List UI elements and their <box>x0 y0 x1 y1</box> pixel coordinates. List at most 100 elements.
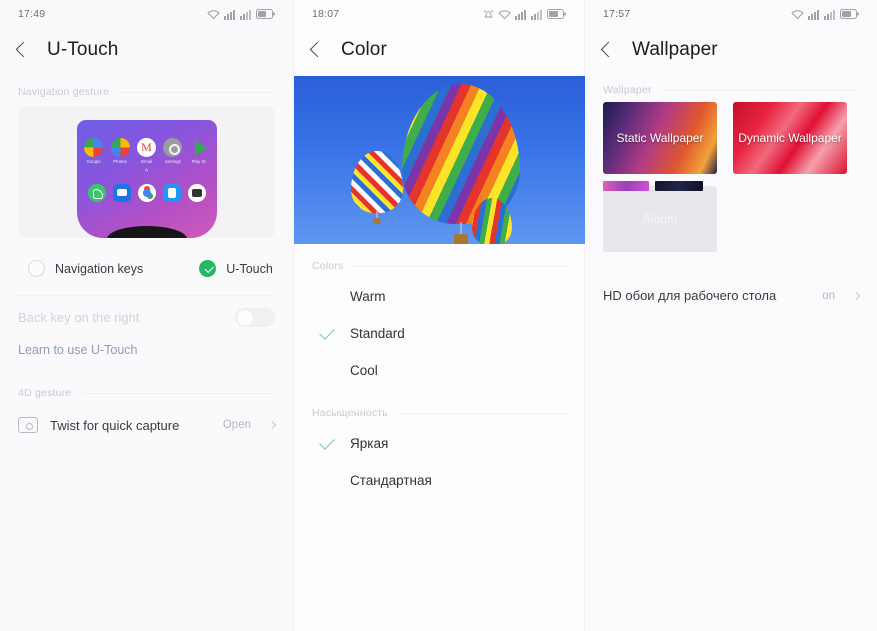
option-warm[interactable]: Warm <box>294 278 584 315</box>
section-rule <box>661 89 859 91</box>
status-clock: 18:07 <box>312 8 340 20</box>
back-chevron-icon[interactable] <box>600 41 617 58</box>
signal-icon-2 <box>240 9 251 20</box>
signal-icon-1 <box>808 9 819 20</box>
wifi-icon <box>207 9 220 19</box>
row-value: on <box>822 289 835 302</box>
status-clock: 17:49 <box>18 8 46 20</box>
section-rule <box>397 412 566 414</box>
option-standard[interactable]: Standard <box>294 315 584 352</box>
album-thumb-strip-purple <box>603 181 649 191</box>
option-label: Стандартная <box>350 473 432 488</box>
camera-icon <box>187 184 206 203</box>
battery-icon <box>547 9 566 19</box>
check-icon-placeholder <box>319 361 335 377</box>
photos-icon <box>110 138 130 157</box>
panel-color: 18:07 Color Colors Warm Standard Cool На… <box>293 0 586 631</box>
row-hd-wallpaper[interactable]: HD обои для рабочего стола on <box>585 252 877 315</box>
section-label: Насыщенность <box>312 407 388 419</box>
chevron-right-icon <box>267 420 277 430</box>
option-label: U-Touch <box>226 261 273 276</box>
app-label: Google <box>86 159 101 164</box>
google-icon <box>84 138 104 157</box>
swipe-up-indicator: ^ <box>144 169 149 177</box>
balloon-envelope <box>351 151 403 213</box>
signal-icon-1 <box>224 9 235 20</box>
navigation-preview-card: Google Photos Gmail Settings <box>18 106 275 238</box>
messages-icon <box>112 184 131 203</box>
section-rule <box>81 392 275 394</box>
option-navigation-keys[interactable]: Navigation keys <box>28 260 143 277</box>
option-bright[interactable]: Яркая <box>294 425 584 462</box>
row-value: Open <box>222 419 251 431</box>
alarm-icon <box>483 9 494 17</box>
app-item: Settings <box>163 138 183 164</box>
wallpaper-card-grid: Static Wallpaper Dynamic Wallpaper <box>585 102 877 174</box>
option-label: Navigation keys <box>55 261 144 276</box>
row-label: HD обои для рабочего стола <box>603 288 777 303</box>
radio-unchecked-icon[interactable] <box>28 260 45 277</box>
balloon-left <box>351 151 403 224</box>
card-album[interactable]: Album <box>603 181 717 252</box>
three-phone-screenshots: 17:49 U-Touch Navigation gesture Google <box>0 0 877 631</box>
status-bar-color: 18:07 <box>294 0 584 28</box>
settings-icon <box>163 138 183 157</box>
hot-air-balloons-photo <box>294 76 586 244</box>
camera-frame-icon <box>18 417 38 433</box>
app-item: Google <box>83 138 104 164</box>
signal-icon-2 <box>531 9 542 20</box>
status-icon-group <box>483 9 566 20</box>
option-utouch[interactable]: U-Touch <box>199 260 273 277</box>
balloon-right <box>472 198 512 244</box>
page-title: U-Touch <box>47 39 119 60</box>
title-bar-wallpaper: Wallpaper <box>585 28 877 72</box>
gesture-arc <box>106 226 187 238</box>
panel-utouch: 17:49 U-Touch Navigation gesture Google <box>0 0 293 631</box>
battery-icon <box>256 9 275 19</box>
phone-icon <box>87 184 106 203</box>
wifi-icon <box>498 9 511 19</box>
section-header-saturation: Насыщенность <box>294 389 584 425</box>
chevron-right-icon <box>851 291 861 300</box>
battery-icon <box>840 9 859 19</box>
check-icon-placeholder <box>319 287 335 303</box>
row-back-key-on-right[interactable]: Back key on the right <box>0 296 293 339</box>
check-icon <box>319 323 335 340</box>
learn-to-use-utouch-link[interactable]: Learn to use U-Touch <box>0 339 293 357</box>
card-label: Album <box>642 212 677 226</box>
contacts-icon <box>162 184 181 203</box>
back-chevron-icon[interactable] <box>15 41 32 58</box>
app-label: Settings <box>164 159 181 164</box>
section-rule <box>119 91 275 93</box>
page-title: Wallpaper <box>632 39 718 60</box>
check-icon <box>319 433 335 450</box>
card-static-wallpaper[interactable]: Static Wallpaper <box>603 102 717 174</box>
status-bar-wallpaper: 17:57 <box>585 0 877 28</box>
card-label: Static Wallpaper <box>616 131 704 145</box>
app-label: Play St. <box>191 159 207 164</box>
album-thumb-strip-dark <box>655 181 703 191</box>
radio-checked-icon[interactable] <box>199 260 217 277</box>
back-chevron-icon[interactable] <box>309 41 326 58</box>
gmail-icon <box>137 138 156 157</box>
balloon-basket <box>454 234 468 244</box>
back-key-toggle[interactable] <box>235 308 275 327</box>
section-label: 4D gesture <box>18 387 72 399</box>
status-bar-utouch: 17:49 <box>0 0 293 28</box>
app-label: Gmail <box>140 159 153 164</box>
balloon-basket <box>373 218 381 224</box>
status-clock: 17:57 <box>603 8 631 20</box>
row-label: Twist for quick capture <box>50 417 180 433</box>
row-twist-for-quick-capture[interactable]: Twist for quick capture Open <box>0 405 293 445</box>
section-label: Colors <box>312 260 344 272</box>
option-cool[interactable]: Cool <box>294 352 584 389</box>
option-label: Яркая <box>350 436 389 451</box>
app-item: Gmail <box>136 138 156 164</box>
option-label: Standard <box>350 326 405 341</box>
section-header-wallpaper: Wallpaper <box>585 72 877 102</box>
option-standard-saturation[interactable]: Стандартная <box>294 462 584 499</box>
signal-icon-1 <box>515 9 526 20</box>
card-dynamic-wallpaper[interactable]: Dynamic Wallpaper <box>733 102 847 174</box>
app-item: Play St. <box>189 138 209 164</box>
title-bar-utouch: U-Touch <box>0 28 293 72</box>
